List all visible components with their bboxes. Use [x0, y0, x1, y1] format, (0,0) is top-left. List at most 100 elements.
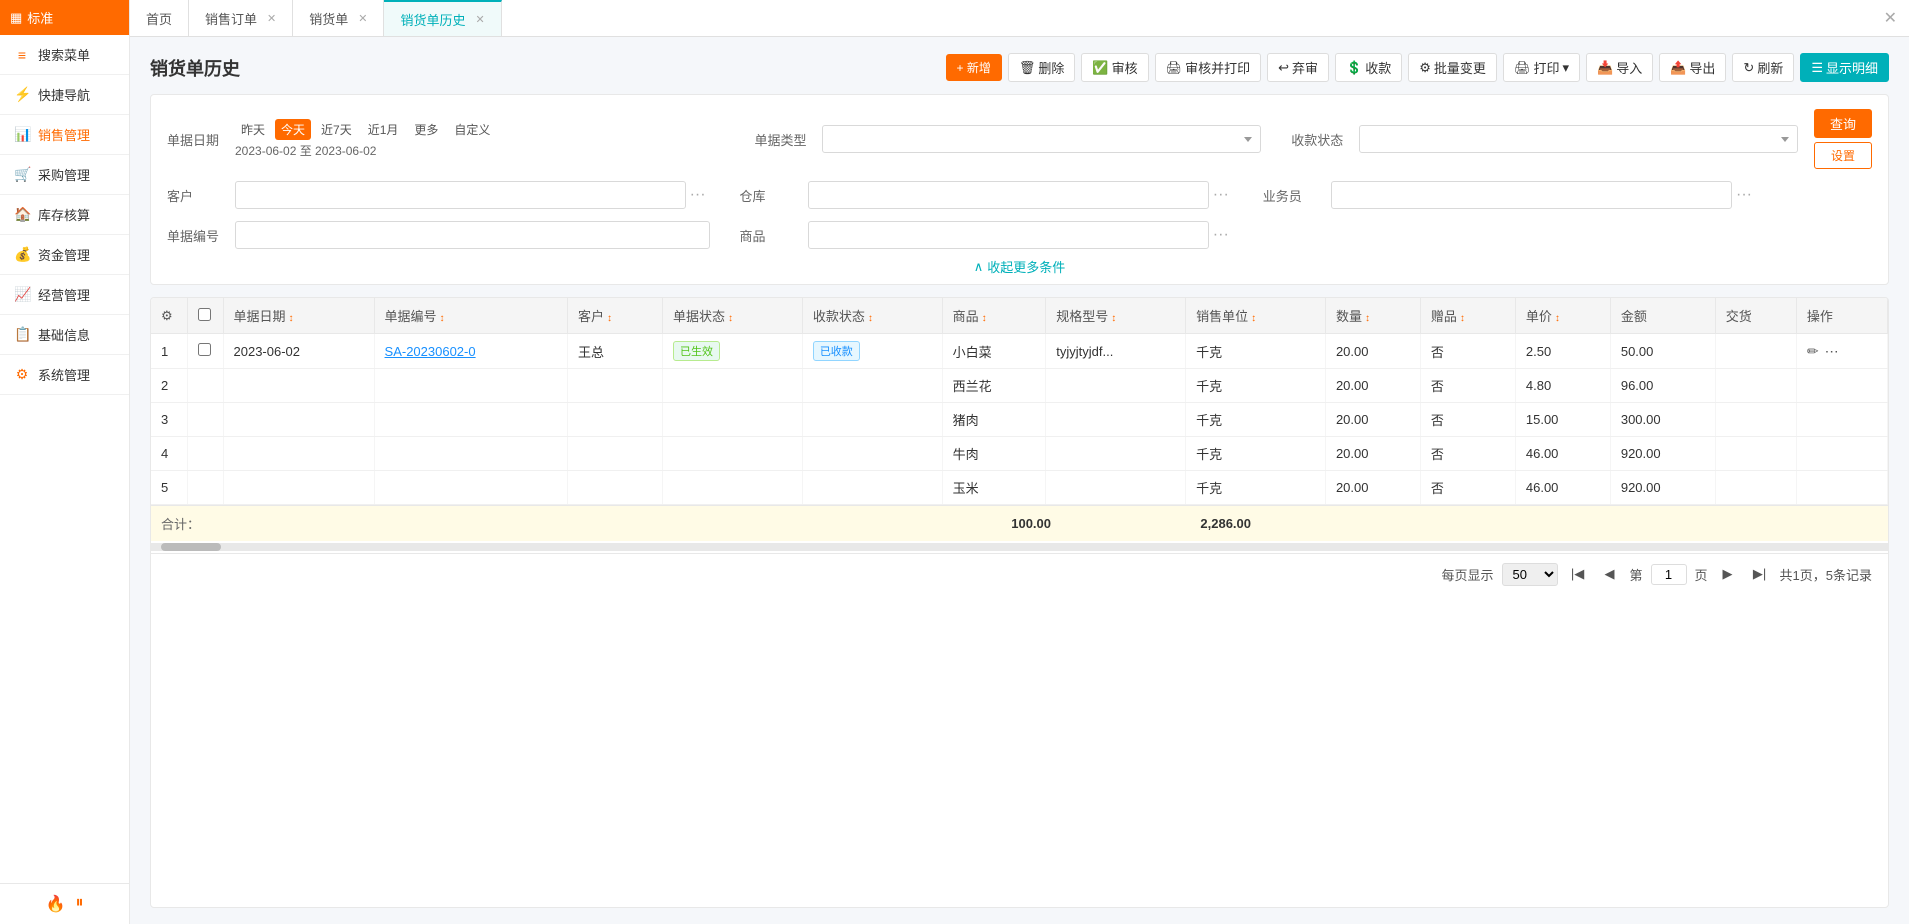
sidebar-item-purchase[interactable]: 🛒 采购管理: [0, 155, 129, 195]
tab-close-all[interactable]: ✕: [1872, 8, 1909, 28]
fire-icon[interactable]: 🔥: [46, 894, 66, 914]
col-unit[interactable]: 销售单位↕: [1186, 298, 1326, 334]
filter-collect-status-label: 收款状态: [1291, 130, 1351, 149]
cell-qty-0: 20.00: [1325, 334, 1420, 369]
tab-sales-goods[interactable]: 销货单 ✕: [293, 0, 384, 36]
doc-type-select[interactable]: [822, 125, 1261, 153]
sidebar-item-basic-info[interactable]: 📋 基础信息: [0, 315, 129, 355]
tab-sales-order[interactable]: 销售订单 ✕: [189, 0, 293, 36]
tab-sales-goods-close[interactable]: ✕: [358, 12, 367, 25]
filter-row-1: 单据日期 昨天 今天 近7天 近1月 更多 自定义 2023-06-02 至 2…: [167, 109, 1872, 169]
col-doc-no[interactable]: 单据编号↕: [374, 298, 567, 334]
goods-ellipsis[interactable]: ···: [1209, 226, 1233, 244]
delete-button[interactable]: 🗑 删除: [1008, 53, 1076, 82]
tab-home[interactable]: 首页: [130, 0, 189, 36]
col-unit-price[interactable]: 单价↕: [1515, 298, 1610, 334]
col-settings[interactable]: ⚙: [151, 298, 187, 334]
tab-sales-order-close[interactable]: ✕: [267, 12, 276, 25]
last-page-btn[interactable]: ▶|: [1748, 562, 1772, 586]
sidebar-item-quick-nav[interactable]: ⚡ 快捷导航: [0, 75, 129, 115]
select-all-checkbox[interactable]: [198, 308, 211, 321]
cell-spec-4: [1046, 471, 1186, 505]
show-detail-button[interactable]: ☰ 显示明细: [1800, 53, 1889, 82]
salesperson-input[interactable]: [1331, 181, 1732, 209]
collapse-button[interactable]: ∧ 收起更多条件: [167, 253, 1872, 276]
date-more-btn[interactable]: 更多: [408, 119, 444, 140]
sidebar-item-operations[interactable]: 📈 经营管理: [0, 275, 129, 315]
more-action-btn[interactable]: ⋯: [1825, 343, 1839, 360]
cell-docstatus-1: [662, 369, 802, 403]
col-spec[interactable]: 规格型号↕: [1046, 298, 1186, 334]
cell-unit-2: 千克: [1186, 403, 1326, 437]
collect-status-select[interactable]: [1359, 125, 1798, 153]
col-amount: 金额: [1610, 298, 1715, 334]
batch-change-button[interactable]: ⚙ 批量变更: [1408, 53, 1497, 82]
col-doc-date[interactable]: 单据日期↕: [223, 298, 374, 334]
date-1month-btn[interactable]: 近1月: [362, 119, 405, 140]
salesperson-ellipsis[interactable]: ···: [1732, 186, 1756, 204]
query-button[interactable]: 查询: [1814, 109, 1872, 138]
date-today-btn[interactable]: 今天: [275, 119, 311, 140]
customer-input[interactable]: [235, 181, 686, 209]
goods-input[interactable]: [808, 221, 1209, 249]
col-qty[interactable]: 数量↕: [1325, 298, 1420, 334]
filter-settings-button[interactable]: 设置: [1814, 142, 1872, 169]
sidebar-item-system-label: 系统管理: [38, 365, 90, 384]
collect-button[interactable]: 💲 收款: [1335, 53, 1402, 82]
data-table: ⚙ 单据日期↕ 单据编号↕ 客户↕ 单据状态↕ 收款状态↕ 商品↕ 规格型号↕ …: [151, 298, 1888, 505]
scrollbar-thumb[interactable]: [161, 543, 221, 551]
sidebar-item-search[interactable]: ≡ 搜索菜单: [0, 35, 129, 75]
sidebar-item-sales[interactable]: 📊 销售管理: [0, 115, 129, 155]
col-goods[interactable]: 商品↕: [942, 298, 1046, 334]
col-doc-status[interactable]: 单据状态↕: [662, 298, 802, 334]
tab-sales-history-close[interactable]: ✕: [476, 13, 485, 26]
col-gift[interactable]: 赠品↕: [1420, 298, 1515, 334]
date-custom-btn[interactable]: 自定义: [448, 119, 496, 140]
filter-customer-group: 客户 ···: [167, 181, 710, 209]
export-button[interactable]: 📤 导出: [1659, 53, 1726, 82]
cell-customer-1: [568, 369, 663, 403]
audit-button[interactable]: ✅ 审核: [1081, 53, 1148, 82]
col-customer[interactable]: 客户↕: [568, 298, 663, 334]
new-button[interactable]: + 新增: [946, 54, 1002, 81]
date-yesterday-btn[interactable]: 昨天: [235, 119, 271, 140]
col-collect-status[interactable]: 收款状态↕: [802, 298, 942, 334]
cell-unit-3: 千克: [1186, 437, 1326, 471]
cell-docno-1: [374, 369, 567, 403]
page-number-input[interactable]: [1651, 564, 1687, 585]
sidebar-top[interactable]: ▦ 标准: [0, 0, 129, 35]
table-footer: 合计： 100.00 2,286.00: [151, 505, 1888, 541]
customer-ellipsis[interactable]: ···: [686, 186, 710, 204]
warehouse-ellipsis[interactable]: ···: [1209, 186, 1233, 204]
next-page-btn[interactable]: ▶: [1716, 562, 1740, 586]
sidebar-item-finance[interactable]: 💰 资金管理: [0, 235, 129, 275]
sidebar-item-inventory[interactable]: 🏠 库存核算: [0, 195, 129, 235]
filter-row-2: 客户 ··· 仓库 ··· 业务员 ···: [167, 181, 1872, 209]
sort-collect-status-icon: ↕: [868, 313, 873, 324]
cell-gift-2: 否: [1420, 403, 1515, 437]
tab-sales-history[interactable]: 销货单历史 ✕: [384, 0, 501, 36]
edit-action-btn[interactable]: ✏: [1807, 343, 1819, 360]
print-button[interactable]: 🖨 打印 ▾: [1503, 53, 1580, 82]
import-button[interactable]: 📥 导入: [1586, 53, 1653, 82]
row-checkbox[interactable]: [198, 343, 211, 356]
pause-icon[interactable]: ⏸: [75, 894, 83, 914]
sidebar-item-search-label: 搜索菜单: [38, 45, 90, 64]
refresh-button[interactable]: ↻ 刷新: [1732, 53, 1794, 82]
operations-icon: 📈: [14, 286, 30, 303]
pagination: 每页显示 50 100 |◀ ◀ 第 页 ▶ ▶| 共1页，5条记录: [151, 553, 1888, 594]
date-7days-btn[interactable]: 近7天: [315, 119, 358, 140]
warehouse-input[interactable]: [808, 181, 1209, 209]
sidebar-item-system[interactable]: ⚙ 系统管理: [0, 355, 129, 395]
horizontal-scrollbar[interactable]: [151, 543, 1888, 551]
per-page-select[interactable]: 50 100: [1502, 563, 1558, 586]
abandon-button[interactable]: ↩ 弃审: [1267, 53, 1329, 82]
first-page-btn[interactable]: |◀: [1566, 562, 1590, 586]
doc-no-link[interactable]: SA-20230602-0: [385, 344, 476, 359]
prev-page-btn[interactable]: ◀: [1598, 562, 1622, 586]
docno-input[interactable]: [235, 221, 710, 249]
finance-icon: 💰: [14, 246, 30, 263]
sidebar-item-operations-label: 经营管理: [38, 285, 90, 304]
cell-price-3: 46.00: [1515, 437, 1610, 471]
audit-print-button[interactable]: 🖨 审核并打印: [1155, 53, 1262, 82]
